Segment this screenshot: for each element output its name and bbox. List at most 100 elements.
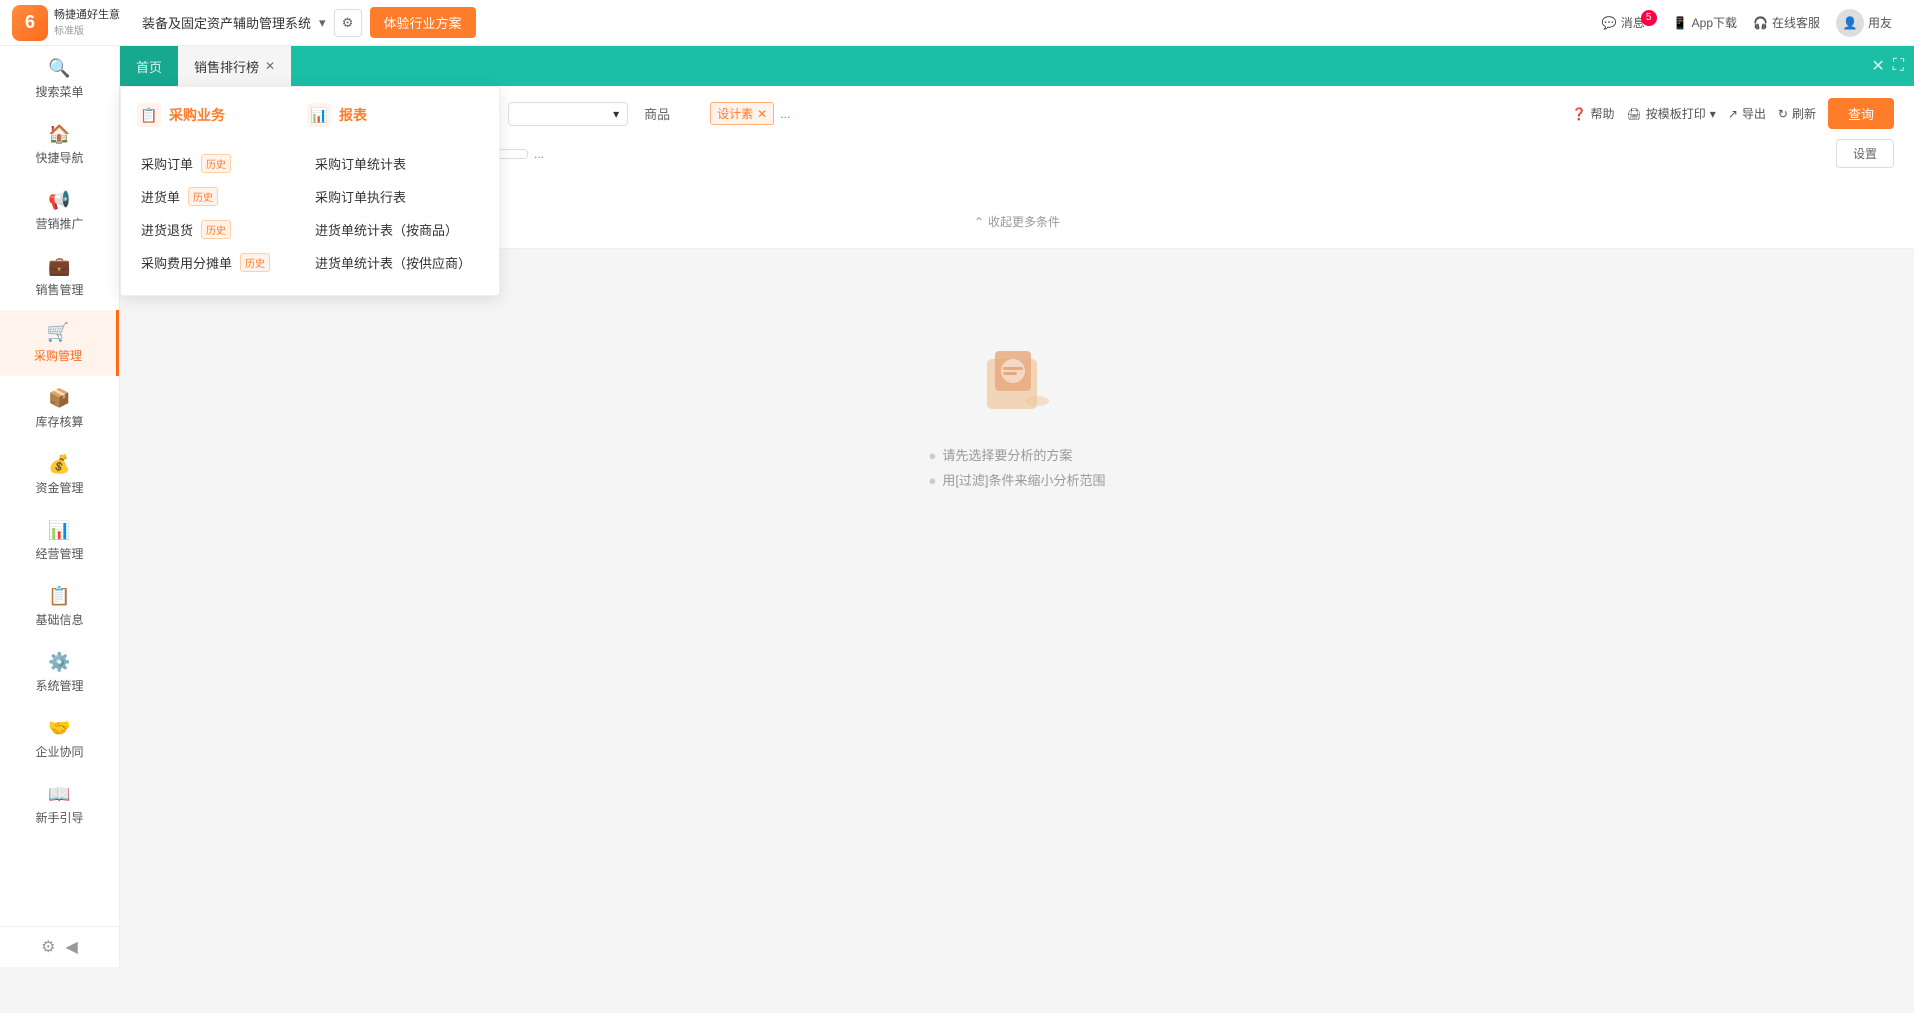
tab-maximize-icon[interactable]: ⛶ [1893, 57, 1904, 75]
guide-icon: 📖 [48, 784, 70, 805]
dropdown-goods-stats-by-product[interactable]: 进货单统计表（按商品） [307, 213, 479, 246]
help-btn[interactable]: ❓ 帮助 [1572, 105, 1615, 122]
tab-close-icon[interactable]: ✕ [265, 59, 275, 73]
dropdown-purchase-expense[interactable]: 采购费用分摊单 历史 [137, 246, 277, 279]
purchase-order-hist: 历史 [201, 154, 231, 173]
sidebar-item-basic-info[interactable]: 📋 基础信息 [0, 574, 119, 640]
doc-status-select[interactable]: ▾ [508, 102, 628, 126]
print-dropdown-icon: ▾ [1710, 107, 1716, 121]
dropdown-goods-stats-by-supplier[interactable]: 进货单统计表（按供应商） [307, 246, 479, 279]
headset-icon: 🎧 [1753, 16, 1768, 30]
notification-icon: 💬 [1602, 16, 1617, 30]
empty-hint-1: 请先选择要分析的方案 [928, 445, 1105, 464]
purchase-expense-hist: 历史 [240, 253, 270, 272]
sidebar-item-purchase[interactable]: 🛒 采购管理 [0, 310, 119, 376]
salesperson-more-btn[interactable]: ... [534, 147, 544, 161]
industry-btn[interactable]: 体验行业方案 [370, 7, 476, 38]
app-download-action[interactable]: 📱 App下载 [1673, 14, 1737, 31]
goods-more-btn[interactable]: ... [780, 107, 790, 121]
enterprise-icon: 🤝 [48, 718, 70, 739]
goods-receipt-label: 进货单 [141, 187, 180, 206]
notification-count: 5 [1641, 10, 1657, 26]
goods-filter-control: 商品 设计素 ✕ ... [644, 102, 790, 125]
sidebar-label-sales: 销售管理 [35, 281, 83, 298]
online-service-action[interactable]: 🎧 在线客服 [1753, 14, 1820, 31]
dropdown-goods-return[interactable]: 进货退货 历史 [137, 213, 277, 246]
sidebar-settings-btn[interactable]: ⚙ [41, 937, 55, 957]
empty-hint-2: 用[过滤]条件来缩小分析范围 [928, 470, 1105, 489]
sidebar-label-guide: 新手引导 [35, 809, 83, 826]
purchase-business-title: 📋 采购业务 [137, 103, 277, 135]
logo-icon: 6 [12, 5, 48, 41]
print-icon: 🖨 [1627, 107, 1642, 121]
dropdown-purchase-order-exec[interactable]: 采购订单执行表 [307, 180, 479, 213]
sidebar: 🔍 搜索菜单 🏠 快捷导航 📢 营销推广 💼 销售管理 🛒 采购管理 📦 库存核… [0, 46, 120, 967]
tabbar-right: ✕ ⛶ [1871, 56, 1914, 76]
print-label: 按模板打印 [1646, 105, 1706, 122]
sidebar-collapse-btn[interactable]: ◀ [66, 937, 78, 957]
dropdown-purchase-order-stats[interactable]: 采购订单统计表 [307, 147, 479, 180]
tab-home-label: 首页 [136, 57, 162, 76]
help-icon: ❓ [1572, 107, 1587, 121]
query-btn[interactable]: 查询 [1828, 98, 1894, 129]
sidebar-item-system[interactable]: ⚙️ 系统管理 [0, 640, 119, 706]
sidebar-bottom: ⚙ ◀ [0, 926, 119, 967]
sidebar-item-enterprise[interactable]: 🤝 企业协同 [0, 706, 119, 772]
logo-area: 6 畅捷通好生意 标准版 [12, 5, 132, 41]
user-action[interactable]: 👤 用友 [1836, 9, 1892, 37]
empty-hints-list: 请先选择要分析的方案 用[过滤]条件来缩小分析范围 [928, 445, 1105, 495]
tab-sales-ranking[interactable]: 销售排行榜 ✕ [178, 46, 291, 86]
collapse-label: 收起更多条件 [988, 213, 1060, 230]
dropdown-goods-receipt[interactable]: 进货单 历史 [137, 180, 277, 213]
dropdown-purchase-order[interactable]: 采购订单 历史 [137, 147, 277, 180]
tab-home[interactable]: 首页 [120, 46, 178, 86]
goods-tag-value: 设计素 [717, 105, 753, 122]
goods-tag-close[interactable]: ✕ [757, 107, 767, 121]
sidebar-label-purchase: 采购管理 [34, 347, 82, 364]
topbar-right: 💬 消息 5 📱 App下载 🎧 在线客服 👤 用友 [1602, 9, 1892, 37]
home-icon: 🏠 [48, 124, 70, 145]
export-icon: ↗ [1728, 107, 1738, 121]
export-btn[interactable]: ↗ 导出 [1728, 105, 1766, 122]
purchase-report-col: 📊 报表 采购订单统计表 采购订单执行表 进货单统计表（按商品） 进货单统计表（… [307, 103, 479, 279]
purchase-dropdown-menu: 📋 采购业务 采购订单 历史 进货单 历史 进货退货 历史 采购费用分摊单 历史… [120, 86, 500, 296]
sidebar-item-navigation[interactable]: 🏠 快捷导航 [0, 112, 119, 178]
logo-line2: 标准版 [54, 22, 120, 37]
finance-icon: 💰 [48, 454, 70, 475]
doc-status-dropdown-icon: ▾ [613, 107, 619, 121]
filter-toolbar-right: ❓ 帮助 🖨 按模板打印 ▾ ↗ 导出 ↻ 刷新 [1572, 98, 1894, 129]
sidebar-label-system: 系统管理 [35, 677, 83, 694]
empty-illustration [967, 329, 1067, 429]
sidebar-item-operations[interactable]: 📊 经营管理 [0, 508, 119, 574]
sidebar-item-search[interactable]: 🔍 搜索菜单 [0, 46, 119, 112]
settings-btn[interactable]: 设置 [1836, 139, 1894, 168]
sidebar-item-sales[interactable]: 💼 销售管理 [0, 244, 119, 310]
system-settings-btn[interactable]: ⚙ [334, 9, 362, 37]
notification-action[interactable]: 💬 消息 5 [1602, 14, 1657, 31]
refresh-btn[interactable]: ↻ 刷新 [1778, 105, 1816, 122]
user-avatar: 👤 [1836, 9, 1864, 37]
goods-return-label: 进货退货 [141, 220, 193, 239]
system-name: 装备及固定资产辅助管理系统 [142, 13, 311, 32]
purchase-business-label: 采购业务 [169, 105, 225, 125]
system-dropdown-icon[interactable]: ▾ [319, 15, 326, 31]
logo-text: 畅捷通好生意 标准版 [54, 8, 120, 37]
user-name: 用友 [1868, 14, 1892, 31]
print-btn[interactable]: 🖨 按模板打印 ▾ [1627, 105, 1716, 122]
system-icon: ⚙️ [48, 652, 70, 673]
sidebar-item-guide[interactable]: 📖 新手引导 [0, 772, 119, 838]
tabbar: 首页 销售排行榜 ✕ ✕ ⛶ [120, 46, 1914, 86]
sidebar-item-marketing[interactable]: 📢 营销推广 [0, 178, 119, 244]
sidebar-item-inventory[interactable]: 📦 库存核算 [0, 376, 119, 442]
sidebar-label-basic-info: 基础信息 [35, 611, 83, 628]
goods-label: 商品 [644, 104, 704, 123]
sidebar-label-navigation: 快捷导航 [35, 149, 83, 166]
app-download-label: App下载 [1692, 14, 1737, 31]
goods-return-hist: 历史 [201, 220, 231, 239]
phone-icon: 📱 [1673, 16, 1688, 30]
purchase-report-label: 报表 [339, 105, 367, 125]
tab-close-window-icon[interactable]: ✕ [1871, 56, 1884, 76]
sidebar-item-finance[interactable]: 💰 资金管理 [0, 442, 119, 508]
purchase-order-label: 采购订单 [141, 154, 193, 173]
sidebar-label-enterprise: 企业协同 [35, 743, 83, 760]
